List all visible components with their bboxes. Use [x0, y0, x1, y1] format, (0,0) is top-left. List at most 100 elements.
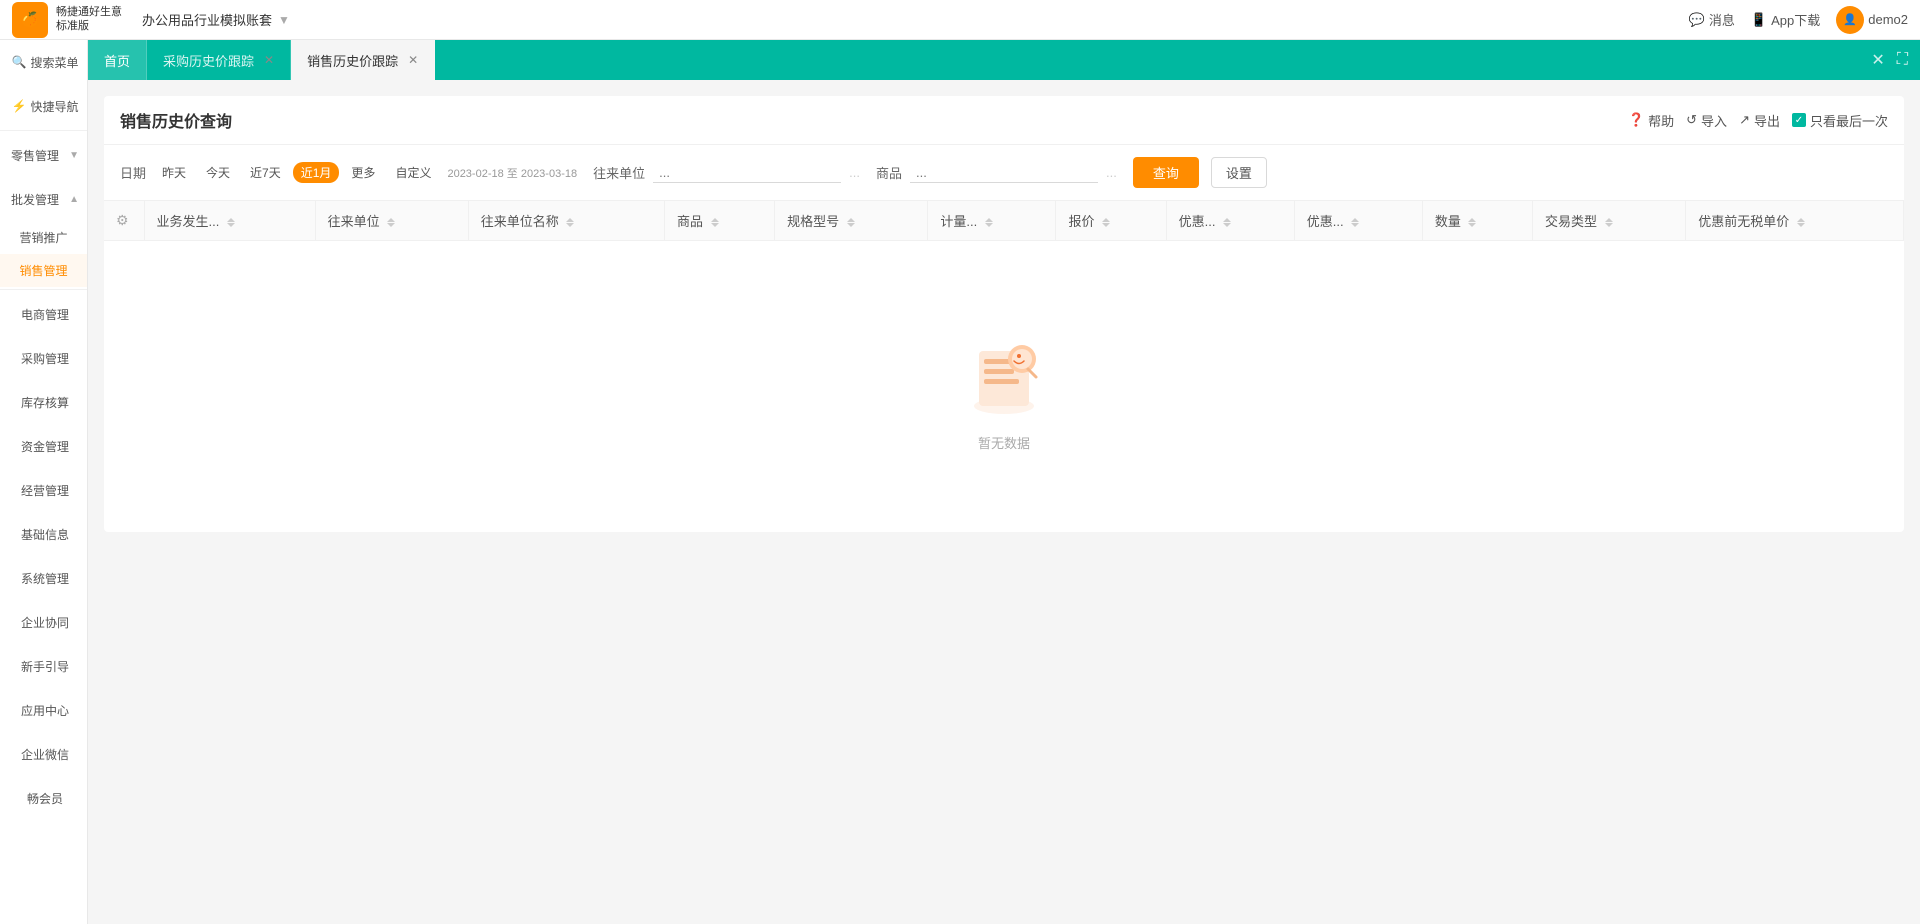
col-discount1: 优惠...	[1166, 201, 1294, 241]
partner-label: 往来单位	[593, 163, 645, 182]
sidebar-item-app-center[interactable]: 应用中心	[0, 688, 87, 732]
breadcrumb-arrow-icon: ▼	[278, 13, 290, 27]
sidebar-item-retail[interactable]: 零售管理 ▼	[0, 133, 87, 177]
sort-icon-partner-name[interactable]	[566, 218, 574, 227]
search-icon: 🔍	[12, 55, 27, 69]
sort-icon-discount1[interactable]	[1223, 218, 1231, 227]
sort-icon-pre-tax-price[interactable]	[1797, 218, 1805, 227]
tab-close-sales[interactable]: ✕	[408, 53, 418, 67]
sort-icon-qty[interactable]	[1468, 218, 1476, 227]
chip-more[interactable]: 更多	[343, 162, 383, 183]
sidebar-item-purchase[interactable]: 采购管理	[0, 336, 87, 380]
import-icon: ↺	[1686, 112, 1697, 128]
download-icon: 📱	[1751, 12, 1767, 28]
chevron-down-icon: ▼	[69, 150, 79, 161]
col-goods: 商品	[664, 201, 774, 241]
export-button[interactable]: ↗ 导出	[1739, 111, 1780, 130]
date-range-row: 昨天 今天 近7天 近1月 更多 自定义 2023-02-18 至 2023-0…	[154, 162, 577, 183]
col-pre-tax-price: 优惠前无税单价	[1686, 201, 1904, 241]
sidebar-item-wholesale[interactable]: 批发管理 ▲	[0, 177, 87, 221]
top-bar-left: 🍊 畅捷通好生意 标准版	[12, 2, 122, 38]
sort-icon-spec[interactable]	[847, 218, 855, 227]
col-trade-type: 交易类型	[1533, 201, 1686, 241]
col-partner-code: 往来单位	[315, 201, 468, 241]
chip-today[interactable]: 今天	[198, 162, 238, 183]
settings-icon[interactable]: ⚙	[116, 212, 129, 228]
col-biz-date: 业务发生...	[144, 201, 315, 241]
sidebar-item-enterprise[interactable]: 企业协同	[0, 600, 87, 644]
data-table: ⚙ 业务发生... 往来单位	[104, 201, 1904, 241]
sidebar-item-ecommerce[interactable]: 电商管理	[0, 292, 87, 336]
avatar: 👤	[1836, 6, 1864, 34]
partner-input[interactable]	[653, 163, 841, 183]
page-header: 销售历史价查询 ❓ 帮助 ↺ 导入 ↗ 导出	[104, 96, 1904, 145]
user-profile[interactable]: 👤 demo2	[1836, 6, 1908, 34]
sidebar-item-wechat[interactable]: 企业微信	[0, 732, 87, 776]
col-qty: 数量	[1422, 201, 1532, 241]
sidebar-item-operation[interactable]: 经营管理	[0, 468, 87, 512]
app-download-button[interactable]: 📱 App下载	[1751, 10, 1820, 29]
sort-icon-partner-code[interactable]	[387, 218, 395, 227]
sales-tab-label: 销售历史价跟踪	[307, 51, 398, 70]
chip-yesterday[interactable]: 昨天	[154, 162, 194, 183]
partner-filter-group: 往来单位 ...	[593, 163, 860, 183]
page-title: 销售历史价查询	[120, 108, 232, 132]
table-header-row: ⚙ 业务发生... 往来单位	[104, 201, 1904, 241]
message-icon: 💬	[1689, 12, 1705, 28]
divider	[0, 130, 87, 131]
sidebar-item-basic[interactable]: 基础信息	[0, 512, 87, 556]
sidebar-item-finance[interactable]: 资金管理	[0, 424, 87, 468]
sort-icon-trade-type[interactable]	[1605, 218, 1613, 227]
main-layout: 🔍 搜索菜单 ⚡ 快捷导航 零售管理 ▼ 批发管理 ▲ 营销推广 销售管理 电商…	[0, 40, 1920, 924]
sidebar-item-sales-mgmt[interactable]: 销售管理	[0, 254, 87, 287]
date-label: 日期	[120, 163, 146, 182]
brand-name: 畅捷通好生意 标准版	[56, 6, 122, 32]
sort-icon-quote[interactable]	[1102, 218, 1110, 227]
sidebar-item-newbie[interactable]: 新手引导	[0, 644, 87, 688]
sort-icon-goods[interactable]	[711, 218, 719, 227]
chip-1month[interactable]: 近1月	[293, 162, 340, 183]
chip-7days[interactable]: 近7天	[242, 162, 289, 183]
col-unit: 计量...	[928, 201, 1056, 241]
filter-bar: 日期 昨天 今天 近7天 近1月 更多 自定义 2023-02-18 至 202…	[104, 145, 1904, 201]
only-last-checkbox-label[interactable]: ✓ 只看最后一次	[1792, 111, 1888, 130]
import-button[interactable]: ↺ 导入	[1686, 111, 1727, 130]
goods-input[interactable]	[910, 163, 1098, 183]
goods-label: 商品	[876, 163, 902, 182]
divider2	[0, 289, 87, 290]
tab-home[interactable]: 首页	[88, 40, 147, 80]
sidebar-item-member[interactable]: 畅会员	[0, 776, 87, 820]
tab-close-purchase[interactable]: ✕	[264, 53, 274, 67]
purchase-tab-label: 采购历史价跟踪	[163, 51, 254, 70]
settings-button[interactable]: 设置	[1211, 157, 1267, 188]
sidebar-item-marketing[interactable]: 营销推广	[0, 221, 87, 254]
date-filter-group: 日期 昨天 今天 近7天 近1月 更多 自定义 2023-02-18 至 202…	[120, 162, 577, 183]
breadcrumb[interactable]: 办公用品行业模拟账套 ▼	[142, 10, 1669, 29]
sidebar-item-quicknav[interactable]: ⚡ 快捷导航	[0, 84, 87, 128]
sort-icon-discount2[interactable]	[1351, 218, 1359, 227]
tab-sales[interactable]: 销售历史价跟踪 ✕	[291, 40, 435, 80]
sidebar-item-search[interactable]: 🔍 搜索菜单	[0, 40, 87, 84]
top-bar-right: 💬 消息 📱 App下载 👤 demo2	[1689, 6, 1908, 34]
tab-purchase[interactable]: 采购历史价跟踪 ✕	[147, 40, 291, 80]
goods-filter-group: 商品 ...	[876, 163, 1117, 183]
date-range-text: 2023-02-18 至 2023-03-18	[447, 165, 577, 181]
message-button[interactable]: 💬 消息	[1689, 10, 1735, 29]
query-button[interactable]: 查询	[1133, 157, 1199, 188]
sidebar-item-system[interactable]: 系统管理	[0, 556, 87, 600]
app-logo: 🍊	[12, 2, 48, 38]
goods-dots: ...	[1106, 165, 1117, 180]
help-button[interactable]: ❓ 帮助	[1628, 111, 1674, 130]
tab-maximize-button[interactable]: ⛶	[1893, 47, 1912, 73]
sort-icon-unit[interactable]	[985, 218, 993, 227]
col-partner-name: 往来单位名称	[468, 201, 664, 241]
sidebar-item-inventory[interactable]: 库存核算	[0, 380, 87, 424]
table-container: ⚙ 业务发生... 往来单位	[104, 201, 1904, 532]
col-quote: 报价	[1056, 201, 1166, 241]
sort-icon-biz-date[interactable]	[227, 218, 235, 227]
only-last-checkbox[interactable]: ✓	[1792, 113, 1806, 127]
col-settings: ⚙	[104, 201, 144, 241]
quicknav-icon: ⚡	[12, 99, 27, 113]
chip-custom[interactable]: 自定义	[387, 162, 439, 183]
tab-close-all-button[interactable]: ✕	[1867, 46, 1888, 74]
